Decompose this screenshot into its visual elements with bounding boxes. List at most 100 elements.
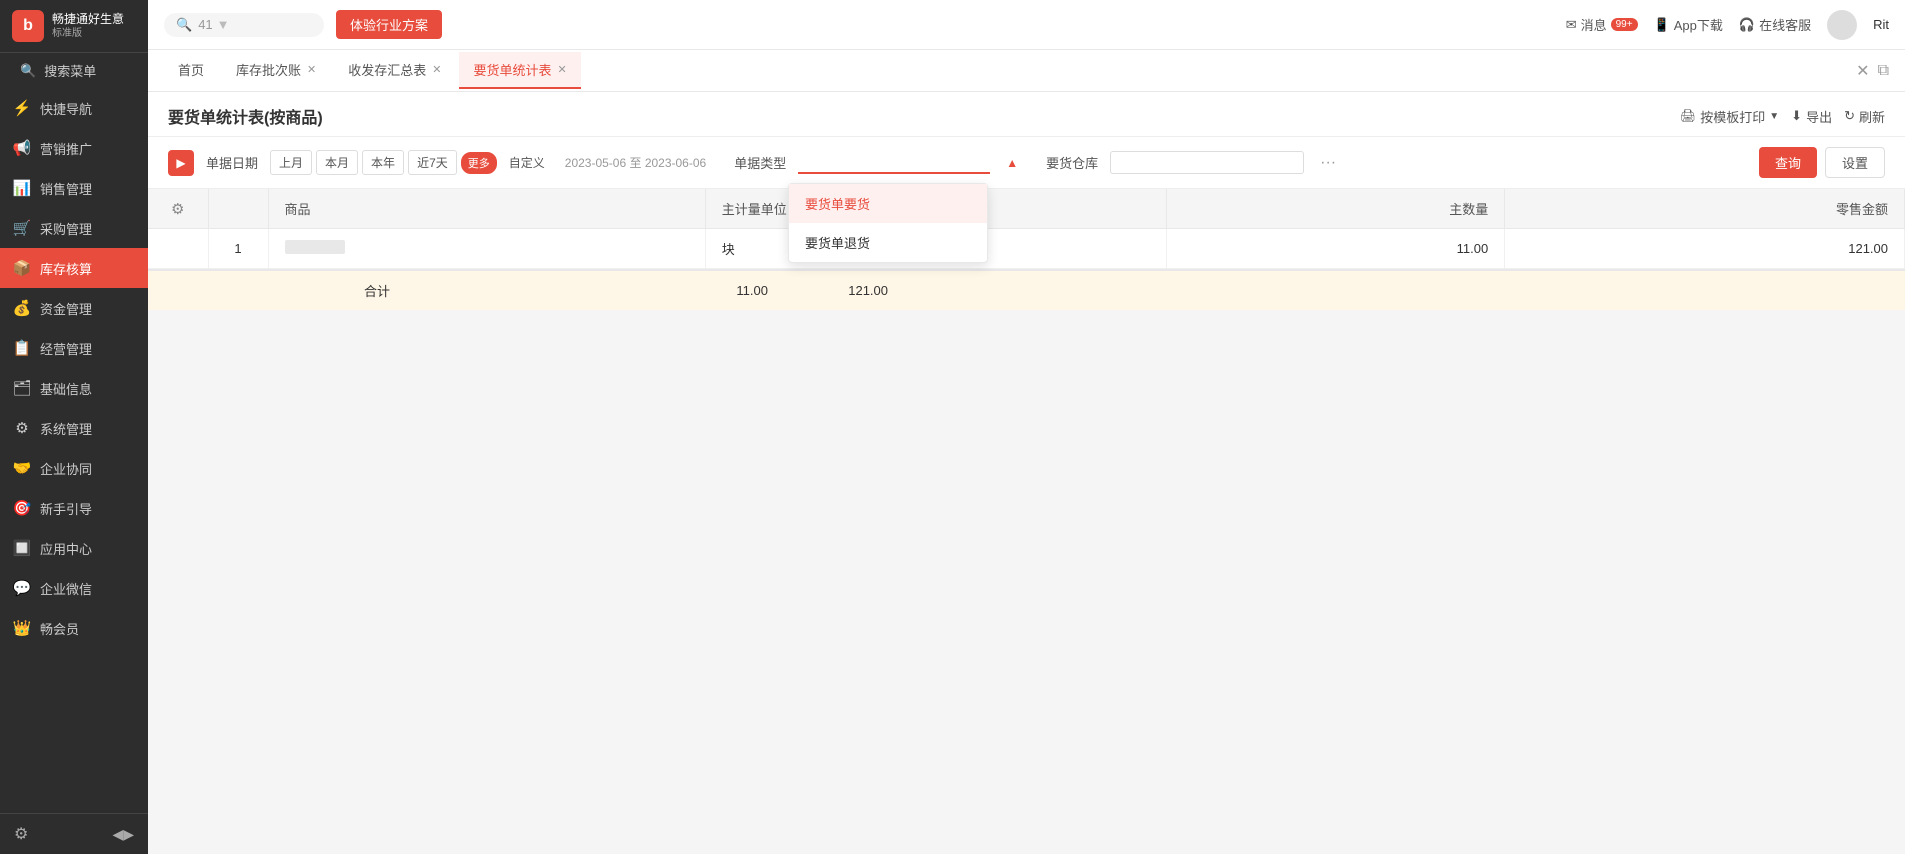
date-btn-7days[interactable]: 近7天 (408, 150, 457, 175)
type-dropdown-arrow[interactable]: ▲ (1006, 156, 1018, 170)
filter-more-btn[interactable]: ··· (1320, 154, 1336, 172)
tabs-bar: 首页库存批次账 ✕收发存汇总表 ✕要货单统计表 ✕ ✕ ⧉ (148, 50, 1905, 92)
sidebar-item-wechat[interactable]: 💬 企业微信 (0, 568, 148, 608)
sidebar-icon-quick-nav: ⚡ (12, 98, 32, 118)
sidebar-item-enterprise[interactable]: 🤝企业协同 (0, 448, 148, 488)
page-title: 要货单统计表(按商品) (168, 104, 323, 128)
type-dropdown-menu: 要货单要货 要货单退货 (788, 183, 988, 263)
sidebar-label-enterprise: 企业协同 (40, 459, 92, 478)
print-icon: 🖨 (1680, 108, 1697, 124)
app-download-btn[interactable]: 📱 App下载 (1654, 15, 1723, 34)
tab-close-all-btn[interactable]: ✕ (1856, 61, 1869, 81)
date-custom-btn[interactable]: 自定义 (501, 151, 553, 174)
topbar: 🔍 41 ▼ 体验行业方案 ✉ 消息 99+ 📱 App下载 🎧 在线客服 Ri… (148, 0, 1905, 50)
print-dropdown-icon: ▼ (1769, 111, 1779, 122)
tab-restore-btn[interactable]: ⧉ (1878, 62, 1889, 80)
filter-actions: 查询 设置 (1759, 147, 1885, 178)
sidebar-item-inventory[interactable]: 📦库存核算 (0, 248, 148, 288)
row-product (268, 229, 705, 269)
sidebar-item-purchase[interactable]: 🛒采购管理 (0, 208, 148, 248)
date-btn-last-month[interactable]: 上月 (270, 150, 312, 175)
topbar-search-icon: 🔍 (176, 17, 192, 33)
messages-btn[interactable]: ✉ 消息 99+ (1566, 15, 1638, 34)
tab-close-order-summary[interactable]: ✕ (558, 63, 567, 76)
topbar-right: ✉ 消息 99+ 📱 App下载 🎧 在线客服 Rit (1566, 10, 1889, 40)
quantity-column-header: 主数量 (1166, 189, 1505, 229)
sidebar-icon-finance: 💰 (12, 298, 32, 318)
sidebar-icon-appstore: 🔲 (12, 538, 32, 558)
app-download-label: App下载 (1674, 15, 1723, 34)
seq-column-header (208, 189, 268, 229)
sidebar-item-appstore[interactable]: 🔲 应用中心 (0, 528, 148, 568)
tab-close-inventory-batch[interactable]: ✕ (307, 63, 316, 76)
sidebar-icon-inventory: 📦 (12, 258, 32, 278)
dropdown-option-1[interactable]: 要货单退货 (789, 223, 987, 262)
footer-label: 合计 (364, 281, 584, 300)
sidebar-item-system[interactable]: ⚙ 系统管理 (0, 408, 148, 448)
export-icon: ⬇ (1791, 108, 1802, 124)
table-row: 1 块 11.00 121.00 (148, 229, 1905, 269)
filter-toggle-btn[interactable]: ▶ (168, 150, 194, 176)
sidebar-toggle-icon[interactable]: ◀▶ (112, 826, 134, 843)
page-actions: 🖨 按模板打印 ▼ ⬇ 导出 ↻ 刷新 (1680, 107, 1885, 126)
table-container: ⚙ 商品 主计量单位 主数量 零售金额 1 块 11.00 121.00 (148, 189, 1905, 269)
date-label: 单据日期 (206, 153, 258, 172)
dropdown-option-0[interactable]: 要货单要货 (789, 184, 987, 223)
sidebar-label-quick-nav: 快捷导航 (40, 99, 92, 118)
topbar-left: 🔍 41 ▼ 体验行业方案 (164, 10, 442, 39)
content-area: 要货单统计表(按商品) 🖨 按模板打印 ▼ ⬇ 导出 ↻ 刷新 (148, 92, 1905, 854)
sidebar-icon-basic: 🗂 (12, 378, 32, 398)
sidebar-item-sales[interactable]: 📊销售管理 (0, 168, 148, 208)
sidebar-item-member[interactable]: 👑畅会员 (0, 608, 148, 648)
type-input[interactable] (798, 151, 990, 174)
avatar[interactable] (1827, 10, 1857, 40)
sidebar-item-guide[interactable]: 🎯新手引导 (0, 488, 148, 528)
online-service-btn[interactable]: 🎧 在线客服 (1739, 15, 1811, 34)
type-label: 单据类型 (734, 153, 786, 172)
topbar-search-area[interactable]: 🔍 41 ▼ (164, 13, 324, 37)
settings-btn[interactable]: 设置 (1825, 147, 1885, 178)
refresh-btn[interactable]: ↻ 刷新 (1844, 107, 1885, 126)
main-area: 🔍 41 ▼ 体验行业方案 ✉ 消息 99+ 📱 App下载 🎧 在线客服 Ri… (148, 0, 1905, 854)
sidebar-search-label: 搜索菜单 (44, 61, 96, 80)
tab-label-home: 首页 (178, 60, 204, 79)
sidebar-item-finance[interactable]: 💰资金管理 (0, 288, 148, 328)
print-btn[interactable]: 🖨 按模板打印 ▼ (1680, 107, 1779, 126)
tab-home[interactable]: 首页 (164, 52, 218, 89)
tab-order-summary[interactable]: 要货单统计表 ✕ (459, 52, 580, 89)
table-footer: 合计 11.00 121.00 (148, 269, 1905, 310)
sidebar-label-appstore: 应用中心 (40, 539, 92, 558)
sidebar-label-system: 系统管理 (40, 419, 92, 438)
warehouse-input[interactable] (1110, 151, 1304, 174)
date-btn-more[interactable]: 更多 (461, 152, 497, 174)
sidebar-label-purchase: 采购管理 (40, 219, 92, 238)
filter-bar: ▶ 单据日期 上月 本月 本年 近7天 更多 自定义 2023-05-06 至 … (148, 137, 1905, 189)
sidebar-label-wechat: 企业微信 (40, 579, 92, 598)
sidebar-item-marketing[interactable]: 📢营销推广 (0, 128, 148, 168)
amount-column-header: 零售金额 (1505, 189, 1905, 229)
tab-inventory-batch[interactable]: 库存批次账 ✕ (222, 52, 330, 89)
industry-btn[interactable]: 体验行业方案 (336, 10, 442, 39)
export-btn[interactable]: ⬇ 导出 (1791, 107, 1832, 126)
app-name: 畅捷通好生意 (52, 11, 124, 28)
query-btn[interactable]: 查询 (1759, 147, 1817, 178)
sidebar-search[interactable]: 🔍 搜索菜单 (0, 53, 148, 88)
sidebar-item-basic[interactable]: 🗂基础信息 (0, 368, 148, 408)
sidebar-item-quick-nav[interactable]: ⚡ 快捷导航 (0, 88, 148, 128)
sidebar-icon-wechat: 💬 (12, 578, 32, 598)
tab-receivable-summary[interactable]: 收发存汇总表 ✕ (334, 52, 455, 89)
sidebar-item-operation[interactable]: 📋经营管理 (0, 328, 148, 368)
tab-close-receivable-summary[interactable]: ✕ (432, 63, 441, 76)
tab-label-receivable-summary: 收发存汇总表 (348, 60, 426, 79)
messages-badge: 99+ (1611, 18, 1638, 31)
date-btn-this-year[interactable]: 本年 (362, 150, 404, 175)
topbar-dropdown-icon: ▼ (217, 17, 230, 32)
settings-bottom-icon[interactable]: ⚙ (14, 824, 28, 844)
date-btn-this-month[interactable]: 本月 (316, 150, 358, 175)
row-amount: 121.00 (1505, 229, 1905, 269)
gear-column-header[interactable]: ⚙ (148, 189, 208, 229)
sidebar-icon-system: ⚙ (12, 418, 32, 438)
sidebar-label-marketing: 营销推广 (40, 139, 92, 158)
footer-amount: 121.00 (784, 283, 904, 298)
table-settings-icon[interactable]: ⚙ (171, 201, 184, 218)
